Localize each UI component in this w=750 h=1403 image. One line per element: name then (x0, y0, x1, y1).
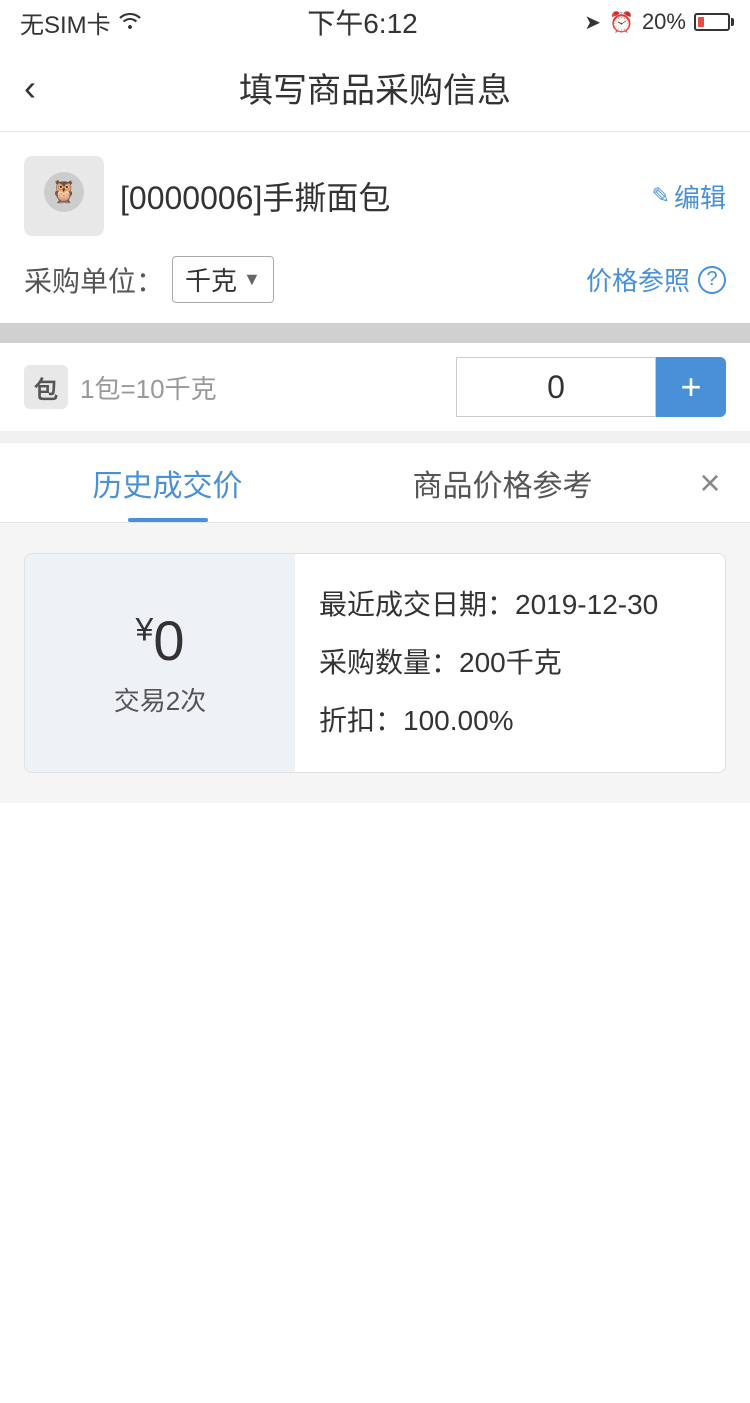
discount-value: 100.00% (403, 705, 514, 736)
main-content-area (0, 803, 750, 1403)
purchase-qty-row: 采购数量：200千克 (319, 642, 701, 684)
quantity-conversion: 1包=10千克 (80, 369, 217, 406)
quantity-input-group: 0 + (456, 357, 726, 417)
battery-icon (694, 13, 730, 31)
tab-price-ref-label: 商品价格参考 (413, 461, 593, 505)
location-icon: ➤ (584, 10, 601, 35)
unit-selector-group: 采购单位： 千克 ▼ (24, 256, 274, 303)
back-button[interactable]: ‹ (24, 67, 36, 109)
product-header: 🦉 [0000006]手撕面包 ✎ 编辑 (24, 156, 726, 236)
tab-history-price[interactable]: 历史成交价 (0, 443, 335, 522)
page-title: 填写商品采购信息 (239, 63, 511, 112)
recent-date-value: 2019-12-30 (515, 589, 658, 620)
history-card: ¥0 交易2次 最近成交日期：2019-12-30 采购数量：200千克 折扣：… (24, 553, 726, 773)
unit-value: 千克 (185, 261, 237, 298)
purchase-qty-label: 采购数量： (319, 647, 459, 678)
card-price-summary: ¥0 交易2次 (25, 554, 295, 772)
purchase-qty-value: 200千克 (459, 647, 562, 678)
history-content: ¥0 交易2次 最近成交日期：2019-12-30 采购数量：200千克 折扣：… (0, 523, 750, 803)
tab-section: 历史成交价 商品价格参考 × ¥0 交易2次 最近成交日期：2019-12-30… (0, 443, 750, 803)
help-icon: ? (698, 266, 726, 294)
edit-label: 编辑 (674, 178, 726, 215)
product-unit-row: 采购单位： 千克 ▼ 价格参照 ? (24, 256, 726, 303)
unit-drop-arrow: ▼ (243, 269, 261, 290)
price-ref-button[interactable]: 价格参照 ? (586, 261, 726, 298)
quantity-section: 包 1包=10千克 0 + (0, 343, 750, 431)
quantity-plus-button[interactable]: + (656, 357, 726, 417)
product-section: 🦉 [0000006]手撕面包 ✎ 编辑 采购单位： 千克 ▼ 价格参照 ? (0, 132, 750, 323)
status-bar: 无SIM卡 下午6:12 ➤ ⏰ 20% (0, 0, 750, 44)
section-divider (0, 323, 750, 343)
unit-label: 采购单位： (24, 260, 164, 300)
product-logo: 🦉 (24, 156, 104, 236)
status-left: 无SIM卡 (20, 5, 141, 40)
product-logo-icon: 🦉 (39, 167, 89, 225)
status-time: 下午6:12 (307, 2, 418, 42)
history-price: ¥0 (136, 608, 185, 673)
wifi-icon (119, 9, 141, 35)
quantity-input[interactable]: 0 (456, 357, 656, 417)
card-details: 最近成交日期：2019-12-30 采购数量：200千克 折扣：100.00% (295, 554, 725, 772)
recent-date-label: 最近成交日期： (319, 589, 515, 620)
alarm-icon: ⏰ (609, 10, 634, 35)
battery-percent: 20% (642, 9, 686, 35)
tab-active-indicator (128, 518, 208, 522)
quantity-label-group: 包 1包=10千克 (24, 365, 217, 409)
tab-close-button[interactable]: × (670, 462, 750, 504)
recent-date-row: 最近成交日期：2019-12-30 (319, 584, 701, 626)
edit-button[interactable]: ✎ 编辑 (652, 178, 726, 215)
discount-row: 折扣：100.00% (319, 700, 701, 742)
unit-select[interactable]: 千克 ▼ (172, 256, 274, 303)
edit-icon: ✎ (652, 183, 670, 209)
trade-count: 交易2次 (114, 681, 206, 718)
quantity-unit-badge: 包 (24, 365, 68, 409)
tab-bar: 历史成交价 商品价格参考 × (0, 443, 750, 523)
price-ref-label: 价格参照 (586, 261, 690, 298)
status-right: ➤ ⏰ 20% (584, 9, 730, 35)
nav-bar: ‹ 填写商品采购信息 (0, 44, 750, 132)
price-value: 0 (153, 609, 184, 672)
price-symbol: ¥ (136, 611, 154, 647)
carrier-text: 无SIM卡 (20, 5, 111, 40)
tab-product-price-ref[interactable]: 商品价格参考 (335, 443, 670, 522)
discount-label: 折扣： (319, 705, 403, 736)
product-left: 🦉 [0000006]手撕面包 (24, 156, 390, 236)
tab-history-label: 历史成交价 (93, 461, 243, 505)
product-name: [0000006]手撕面包 (120, 173, 390, 219)
svg-text:🦉: 🦉 (50, 179, 77, 204)
